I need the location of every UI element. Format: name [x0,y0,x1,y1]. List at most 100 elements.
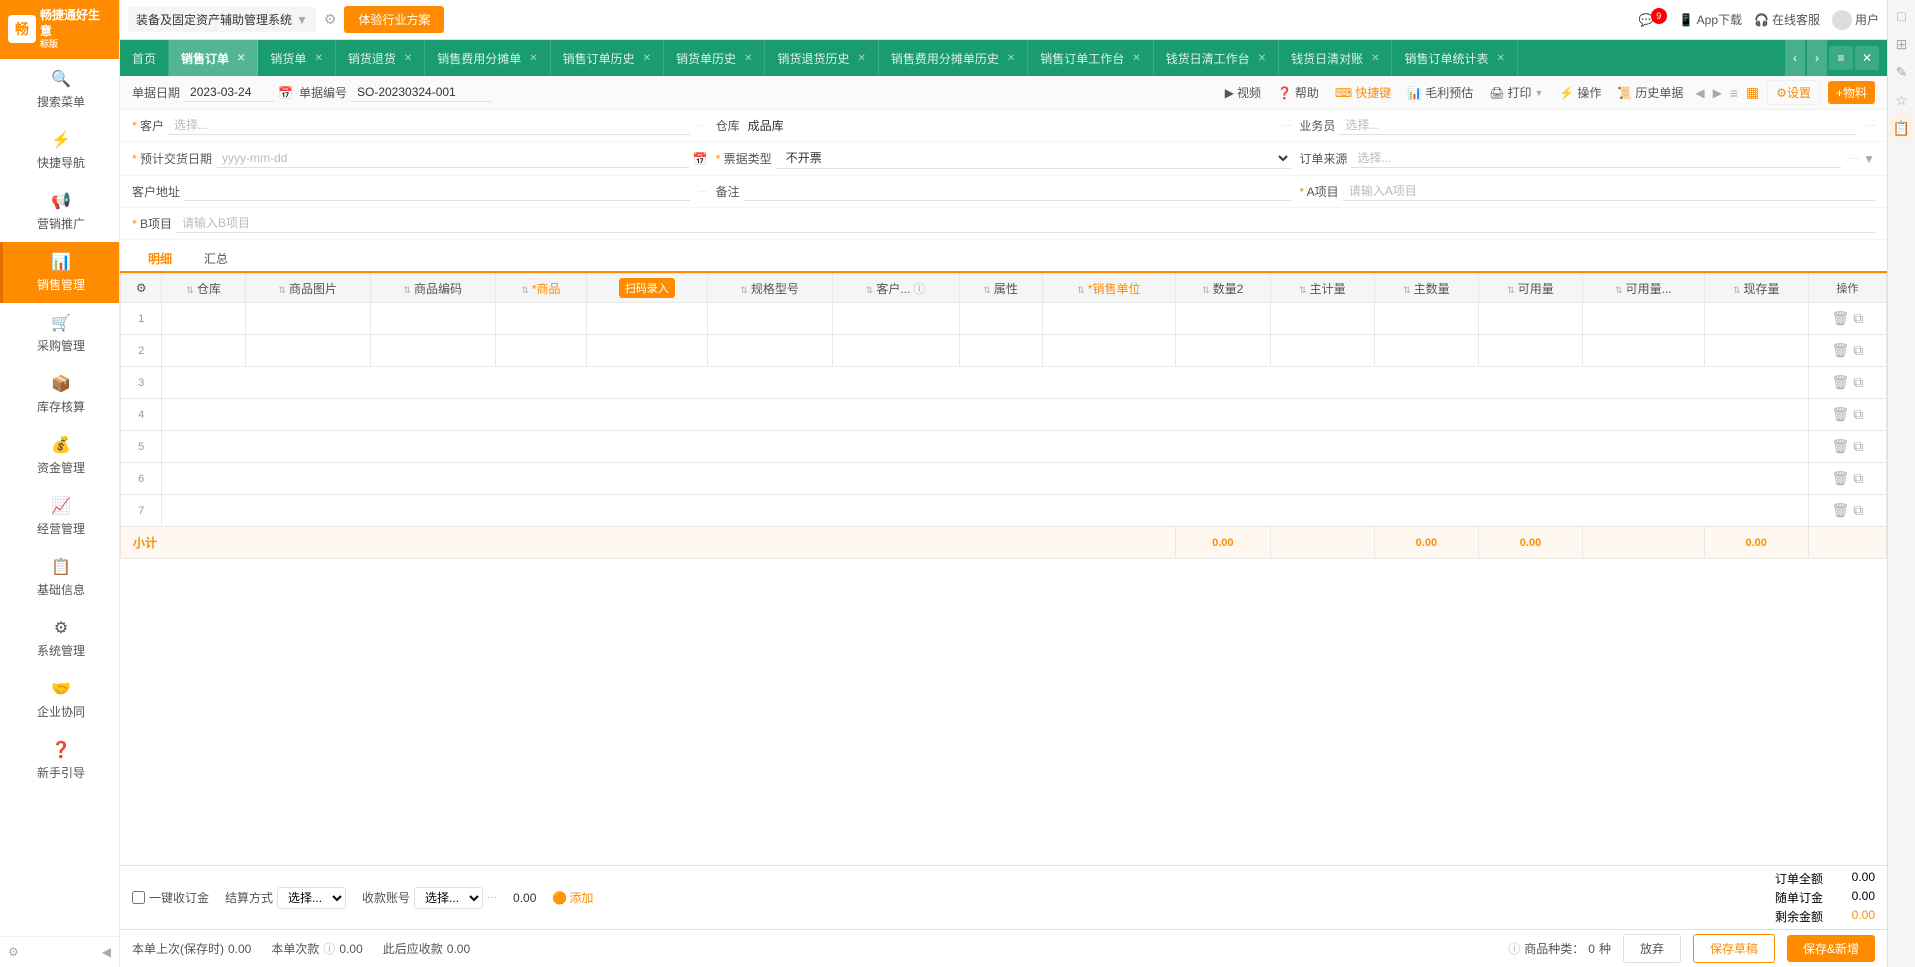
row-5-copy-icon[interactable]: ⧉ [1853,438,1863,455]
row-2-img[interactable] [245,335,370,367]
single-no-input[interactable] [351,83,491,102]
expected-date-calendar-icon[interactable]: 📅 [693,152,708,166]
one-click-checkout-checkbox[interactable]: 一键收订金 [132,889,209,906]
profit-forecast-button[interactable]: 📊 毛利预估 [1403,82,1477,103]
row-5-empty[interactable] [162,431,1808,463]
tab-home[interactable]: 首页 [120,40,169,76]
row-2-delete-icon[interactable]: 🗑 [1831,342,1849,359]
row-1-code[interactable] [370,303,495,335]
tab-sales-order[interactable]: 销售订单 ✕ [169,40,258,76]
calendar-icon[interactable]: 📅 [278,86,293,100]
row-3-copy-icon[interactable]: ⧉ [1853,374,1863,391]
row-6-copy-icon[interactable]: ⧉ [1853,470,1863,487]
sidebar-item-sales[interactable]: 📊 销售管理 [0,242,119,303]
invoice-type-select[interactable]: 不开票 增值税普通发票 增值税专用发票 [776,148,1292,169]
industry-plan-button[interactable]: 体验行业方案 [344,6,444,33]
rs-icon-5[interactable]: 📋 [1890,116,1914,140]
tab-reconcile[interactable]: 钱货日清对账 ✕ [1279,40,1392,76]
tab-next-button[interactable]: › [1807,40,1827,76]
order-source-more-icon[interactable]: ··· [1849,153,1859,164]
view-video-button[interactable]: ▶ 视频 [1221,82,1265,103]
single-date-input[interactable] [184,83,274,102]
tab-sales-return-close[interactable]: ✕ [404,53,412,64]
shortcut-button[interactable]: ⌨ 快捷键 [1331,82,1395,103]
sidebar-item-purchase[interactable]: 🛒 采购管理 [0,303,119,364]
row-7-empty[interactable] [162,495,1808,527]
tab-sales-bill[interactable]: 销货单 ✕ [258,40,335,76]
add-material-button[interactable]: +物料 [1828,81,1875,104]
row-1-product[interactable] [495,303,586,335]
sidebar-item-basic-info[interactable]: 📋 基础信息 [0,547,119,608]
expected-date-input[interactable] [216,149,689,168]
tab-prev-button[interactable]: ‹ [1785,40,1805,76]
row-1-spec[interactable] [707,303,832,335]
settlement-select[interactable]: 选择... [277,887,346,909]
tab-sales-return-history[interactable]: 销货退货历史 ✕ [765,40,878,76]
tab-reconcile-close[interactable]: ✕ [1371,53,1379,64]
row-1-current[interactable] [1704,303,1808,335]
sidebar-item-quicknav[interactable]: ⚡ 快捷导航 [0,120,119,181]
row-2-main-qty[interactable] [1374,335,1478,367]
tab-sales-workbench[interactable]: 销售订单工作台 ✕ [1028,40,1153,76]
tab-sales-return-history-close[interactable]: ✕ [857,53,865,64]
rs-icon-4[interactable]: ☆ [1890,88,1914,112]
row-2-spec[interactable] [707,335,832,367]
row-6-empty[interactable] [162,463,1808,495]
history-button[interactable]: 📜 历史单据 [1613,82,1687,103]
row-1-customer-code[interactable] [832,303,959,335]
tab-sales-fee-close[interactable]: ✕ [529,53,537,64]
tab-sales-bill-history[interactable]: 销货单历史 ✕ [664,40,765,76]
salesperson-more-icon[interactable]: ··· [1865,120,1875,131]
row-1-warehouse[interactable] [162,303,245,335]
salesperson-input[interactable] [1339,116,1857,135]
row-1-avail-more[interactable] [1583,303,1705,335]
row-2-current[interactable] [1704,335,1808,367]
tab-sales-bill-close[interactable]: ✕ [314,53,322,64]
save-draft-button[interactable]: 保存草稿 [1693,934,1775,963]
detail-tab-huizong[interactable]: 汇总 [188,246,244,273]
set-button[interactable]: ⚙设置 [1767,80,1820,105]
tab-close-all-button[interactable]: ✕ [1855,46,1879,70]
notification-item[interactable]: 💬 9 [1639,13,1667,27]
rs-icon-2[interactable]: ⊞ [1890,32,1914,56]
print-dropdown-icon[interactable]: ▼ [1534,88,1543,98]
account-more-icon[interactable]: ··· [487,892,497,903]
sidebar-item-marketing[interactable]: 📢 营销推广 [0,181,119,242]
row-1-main-qty[interactable] [1374,303,1478,335]
row-1-img[interactable] [245,303,370,335]
view-switch-grid-icon[interactable]: ▦ [1746,84,1759,101]
operations-button[interactable]: ⚡ 操作 [1555,82,1605,103]
customer-more-icon[interactable]: ··· [698,120,708,131]
tab-fee-history-close[interactable]: ✕ [1007,53,1015,64]
notes-input[interactable] [744,182,1292,201]
row-1-scan[interactable] [587,303,707,335]
row-2-copy-icon[interactable]: ⧉ [1853,342,1863,359]
tab-daily-workbench[interactable]: 钱货日清工作台 ✕ [1154,40,1279,76]
tab-daily-workbench-close[interactable]: ✕ [1258,53,1266,64]
row-4-copy-icon[interactable]: ⧉ [1853,406,1863,423]
row-2-main-unit[interactable] [1270,335,1374,367]
row-4-empty[interactable] [162,399,1808,431]
account-select[interactable]: 选择... [414,887,483,909]
tab-menu-button[interactable]: ≡ [1829,46,1853,70]
tab-sales-summary[interactable]: 销售订单统计表 ✕ [1392,40,1517,76]
tab-sales-fee[interactable]: 销售费用分摊单 ✕ [425,40,550,76]
row-1-delete-icon[interactable]: 🗑 [1831,310,1849,327]
a-project-input[interactable] [1343,182,1875,201]
sidebar-item-guide[interactable]: ❓ 新手引导 [0,730,119,791]
tab-fee-history[interactable]: 销售费用分摊单历史 ✕ [879,40,1028,76]
row-2-unit[interactable] [1042,335,1175,367]
nav-prev-icon[interactable]: ◀ [1695,86,1704,100]
row-3-delete-icon[interactable]: 🗑 [1831,374,1849,391]
sidebar-item-system[interactable]: ⚙ 系统管理 [0,608,119,669]
table-settings-icon[interactable]: ⚙ [136,281,147,295]
tab-sales-bill-history-close[interactable]: ✕ [744,53,752,64]
sidebar-gear-icon[interactable]: ⚙ [8,945,19,959]
col-settings[interactable]: ⚙ [121,274,162,303]
row-1-avail[interactable] [1478,303,1582,335]
tab-sales-summary-close[interactable]: ✕ [1497,53,1505,64]
save-new-button[interactable]: 保存&新增 [1787,935,1875,962]
row-2-qty2[interactable] [1175,335,1270,367]
detail-tab-mingxi[interactable]: 明细 [132,246,188,273]
row-7-delete-icon[interactable]: 🗑 [1831,502,1849,519]
